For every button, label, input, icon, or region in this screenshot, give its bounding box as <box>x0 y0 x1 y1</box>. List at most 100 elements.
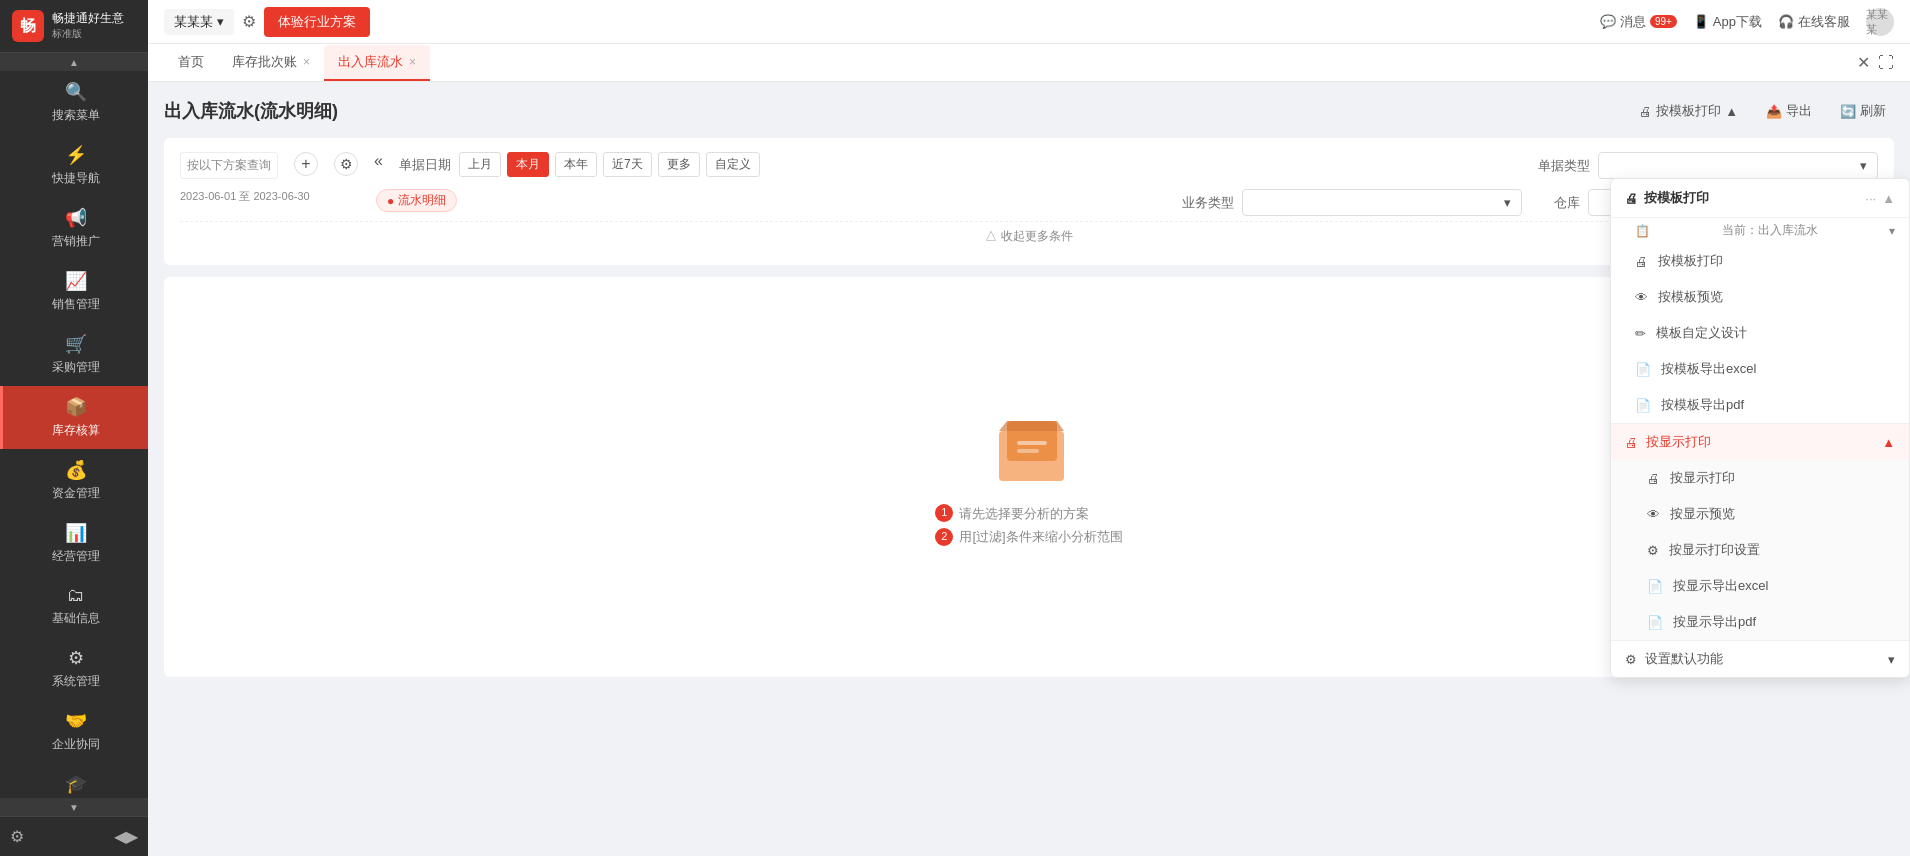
date-range-display: 2023-06-01 至 2023-06-30 <box>180 189 360 204</box>
type-select-arrow: ▾ <box>1860 158 1867 173</box>
sidebar-icon-enterprise: 🤝 <box>65 710 87 732</box>
dropdown-display-excel[interactable]: 📄 按显示导出excel <box>1611 568 1909 604</box>
message-group[interactable]: 💬 消息 99+ <box>1600 13 1677 31</box>
sidebar-icon-finance: 💰 <box>65 459 87 481</box>
export-btn[interactable]: 📤 导出 <box>1758 98 1820 124</box>
message-icon: 💬 <box>1600 14 1616 29</box>
gear-icon[interactable]: ⚙ <box>242 12 256 31</box>
date-btn-custom[interactable]: 自定义 <box>706 152 760 177</box>
dropdown-template-excel[interactable]: 📄 按模板导出excel <box>1611 351 1909 387</box>
dropdown-display-pdf[interactable]: 📄 按显示导出pdf <box>1611 604 1909 640</box>
dropdown-header: 🖨 按模板打印 ··· ▲ <box>1611 179 1909 218</box>
user-name: 某某某 <box>174 13 213 31</box>
sidebar-bottom: ⚙ ◀▶ <box>0 816 148 856</box>
svg-rect-3 <box>1017 441 1047 445</box>
close-all-btn[interactable]: ✕ <box>1857 53 1870 72</box>
user-avatar[interactable]: 某某某 <box>1866 8 1894 36</box>
settings-icon[interactable]: ⚙ <box>10 827 24 846</box>
dropdown-display-section: 🖨 按显示打印 ▲ 🖨 按显示打印 👁 按显示预览 <box>1611 423 1909 640</box>
maximize-btn[interactable]: ⛶ <box>1878 54 1894 72</box>
tab-flow[interactable]: 出入库流水 × <box>324 45 430 81</box>
dropdown-arrow-icon: ▾ <box>217 14 224 29</box>
collapse-icon[interactable]: ◀▶ <box>114 827 138 846</box>
add-filter-btn[interactable]: + <box>294 152 318 176</box>
display-header-icon: 🖨 <box>1625 435 1638 450</box>
dropdown-display-settings[interactable]: ⚙ 按显示打印设置 <box>1611 532 1909 568</box>
sidebar-label-finance: 资金管理 <box>52 485 100 502</box>
tab-batch-account[interactable]: 库存批次账 × <box>218 45 324 81</box>
sidebar-scroll-up[interactable]: ▲ <box>0 53 148 71</box>
sidebar-item-purchase[interactable]: 🛒采购管理 <box>0 323 148 386</box>
sidebar-item-search[interactable]: 🔍搜索菜单 <box>0 71 148 134</box>
type-select[interactable]: ▾ <box>1598 152 1878 179</box>
empty-illustration <box>989 406 1069 486</box>
dropdown-template-preview[interactable]: 👁 按模板预览 <box>1611 279 1909 315</box>
filter-collapse-btn[interactable]: « <box>374 152 383 170</box>
page-content: 出入库流水(流水明细) 🖨 按模板打印 ▲ 📤 导出 🔄 刷新 <box>148 82 1910 856</box>
set-default-btn[interactable]: ⚙ 设置默认功能 ▾ <box>1625 650 1895 668</box>
sidebar-item-quick-nav[interactable]: ⚡快捷导航 <box>0 134 148 197</box>
sidebar-label-system: 系统管理 <box>52 673 100 690</box>
sidebar-item-system[interactable]: ⚙系统管理 <box>0 637 148 700</box>
dropdown-template-design[interactable]: ✏ 模板自定义设计 <box>1611 315 1909 351</box>
date-btn-7days[interactable]: 近7天 <box>603 152 652 177</box>
collapse-up-icon: △ <box>985 229 997 243</box>
empty-tips: 1 请先选择要分析的方案 2 用[过滤]条件来缩小分析范围 <box>935 502 1122 549</box>
template-print-btn[interactable]: 🖨 按模板打印 ▲ <box>1631 98 1746 124</box>
tab-bar-actions: ✕ ⛶ <box>1857 53 1894 72</box>
dropdown-print-icon: 🖨 <box>1625 191 1638 206</box>
sidebar-item-marketing[interactable]: 📢营销推广 <box>0 197 148 260</box>
svg-rect-4 <box>1017 449 1039 453</box>
filter-settings-btn[interactable]: ⚙ <box>334 152 358 176</box>
sidebar-icon-sales: 📈 <box>65 270 87 292</box>
filter-type-item: 单据类型 ▾ <box>1538 152 1878 179</box>
dropdown-collapse-icon[interactable]: ▲ <box>1882 191 1895 206</box>
sidebar-item-finance[interactable]: 💰 资金管理 <box>0 449 148 512</box>
tab-home[interactable]: 首页 <box>164 45 218 81</box>
tab-batch-account-close[interactable]: × <box>303 55 310 69</box>
current-arrow: ▾ <box>1889 224 1895 238</box>
sidebar-item-inventory[interactable]: 📦库存核算 <box>0 386 148 449</box>
online-service-group[interactable]: 🎧 在线客服 <box>1778 13 1850 31</box>
sidebar-item-sales[interactable]: 📈销售管理 <box>0 260 148 323</box>
collapse-label: 收起更多条件 <box>1001 229 1073 243</box>
biz-select[interactable]: ▾ <box>1242 189 1522 216</box>
template-excel-label: 按模板导出excel <box>1661 360 1756 378</box>
sidebar-item-operation[interactable]: 📊经营管理 <box>0 512 148 575</box>
template-pdf-icon: 📄 <box>1635 398 1651 413</box>
user-selector[interactable]: 某某某 ▾ <box>164 9 234 35</box>
template-print-item-label: 按模板打印 <box>1658 252 1723 270</box>
tip-text-2: 用[过滤]条件来缩小分析范围 <box>959 525 1122 548</box>
dropdown-display-preview[interactable]: 👁 按显示预览 <box>1611 496 1909 532</box>
current-label: 📋 当前：出入库流水 ▾ <box>1611 218 1909 243</box>
dropdown-display-header[interactable]: 🖨 按显示打印 ▲ <box>1611 424 1909 460</box>
dropdown-template-pdf[interactable]: 📄 按模板导出pdf <box>1611 387 1909 423</box>
refresh-btn[interactable]: 🔄 刷新 <box>1832 98 1894 124</box>
page-header: 出入库流水(流水明细) 🖨 按模板打印 ▲ 📤 导出 🔄 刷新 <box>164 98 1894 124</box>
dropdown-more-icon[interactable]: ··· <box>1865 191 1876 206</box>
date-btn-more[interactable]: 更多 <box>658 152 700 177</box>
avatar-text: 某某某 <box>1866 7 1894 37</box>
date-btn-this-month[interactable]: 本月 <box>507 152 549 177</box>
app-download-group[interactable]: 📱 App下载 <box>1693 13 1762 31</box>
display-preview-icon: 👁 <box>1647 507 1660 522</box>
tag-icon: ● <box>387 194 394 208</box>
page-actions: 🖨 按模板打印 ▲ 📤 导出 🔄 刷新 <box>1631 98 1894 124</box>
template-print-label: 按模板打印 <box>1656 102 1721 120</box>
tab-flow-close[interactable]: × <box>409 55 416 69</box>
current-text: 当前：出入库流水 <box>1722 222 1818 239</box>
date-btn-this-year[interactable]: 本年 <box>555 152 597 177</box>
sidebar-item-base[interactable]: 🗂基础信息 <box>0 575 148 637</box>
dropdown-panel: 🖨 按模板打印 ··· ▲ 📋 当前：出入库流水 ▾ 🖨 <box>1610 178 1910 678</box>
sidebar-label-enterprise: 企业协同 <box>52 736 100 753</box>
sidebar-scroll-down[interactable]: ▼ <box>0 798 148 816</box>
dropdown-template-print[interactable]: 🖨 按模板打印 <box>1611 243 1909 279</box>
active-tag[interactable]: ● 流水明细 <box>376 189 457 212</box>
trial-button[interactable]: 体验行业方案 <box>264 7 370 37</box>
sidebar-item-guide[interactable]: 🎓新手引导 <box>0 763 148 798</box>
sidebar-item-enterprise[interactable]: 🤝 企业协同 <box>0 700 148 763</box>
tag-label: 流水明细 <box>398 192 446 209</box>
biz-select-arrow: ▾ <box>1504 195 1511 210</box>
dropdown-display-print[interactable]: 🖨 按显示打印 <box>1611 460 1909 496</box>
date-btn-last-month[interactable]: 上月 <box>459 152 501 177</box>
